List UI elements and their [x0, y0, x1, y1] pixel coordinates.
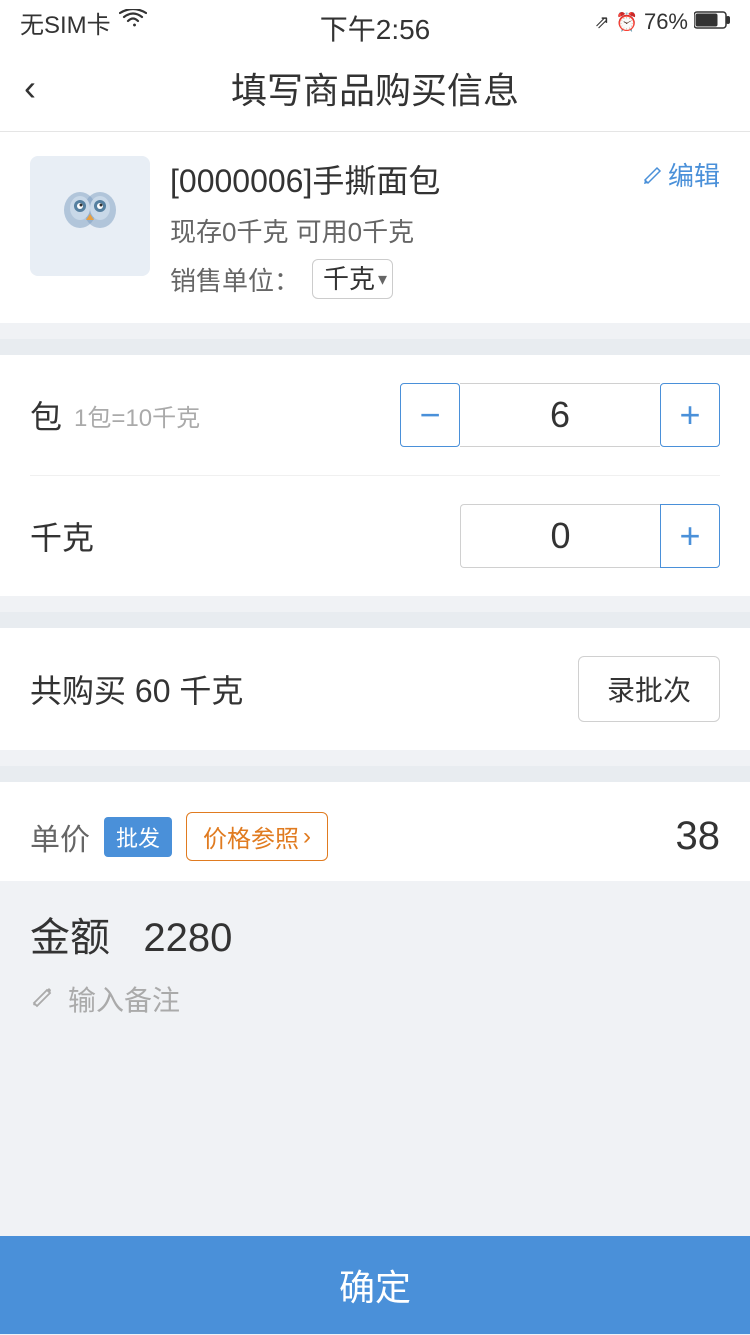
- total-text: 共购买 60 千克: [30, 666, 243, 712]
- package-controls: − +: [400, 383, 720, 447]
- unit-select-wrapper[interactable]: 千克: [312, 259, 393, 299]
- kg-controls: +: [460, 504, 720, 568]
- price-ref-label: 价格参照: [203, 819, 299, 854]
- package-decrement-button[interactable]: −: [400, 383, 460, 447]
- price-ref-arrow-icon: ›: [303, 823, 311, 851]
- total-row: 共购买 60 千克 录批次: [0, 628, 750, 750]
- product-stock: 现存0千克 可用0千克: [170, 212, 720, 249]
- amount-section: 金额 2280 输入备注: [0, 881, 750, 1035]
- kg-quantity-input[interactable]: [460, 504, 660, 568]
- unit-select[interactable]: 千克: [312, 259, 393, 299]
- remark-row[interactable]: 输入备注: [30, 979, 720, 1019]
- pencil-icon: [30, 983, 56, 1016]
- package-input-row: 包 1包=10千克 − +: [30, 355, 720, 476]
- back-button[interactable]: ‹: [24, 67, 36, 109]
- product-thumbnail: [30, 156, 150, 276]
- product-thumb-icon: [55, 180, 125, 252]
- unit-label: 销售单位：: [170, 261, 300, 298]
- batch-badge: 批发: [104, 817, 172, 857]
- location-icon: ⇗: [594, 12, 609, 33]
- remark-placeholder[interactable]: 输入备注: [68, 979, 180, 1019]
- amount-value: 2280: [143, 916, 232, 960]
- amount-row: 金额 2280: [30, 905, 720, 963]
- page-title: 填写商品购买信息: [231, 62, 519, 114]
- package-increment-button[interactable]: +: [660, 383, 720, 447]
- status-bar: 无SIM卡 下午2:56 ⇗ ⏰ 76%: [0, 0, 750, 44]
- price-label: 单价: [30, 815, 90, 859]
- kg-increment-button[interactable]: +: [660, 504, 720, 568]
- section-separator-3: [0, 766, 750, 782]
- product-info: [0000006]手撕面包 编辑 现存0千克 可用0千克 销售单位： 千克: [170, 156, 720, 299]
- product-card: [0000006]手撕面包 编辑 现存0千克 可用0千克 销售单位： 千克: [0, 132, 750, 323]
- price-reference-button[interactable]: 价格参照 ›: [186, 812, 328, 861]
- price-section: 单价 批发 价格参照 › 38: [0, 782, 750, 881]
- confirm-button[interactable]: 确定: [0, 1236, 750, 1334]
- edit-button[interactable]: 编辑: [642, 156, 720, 193]
- input-section: 包 1包=10千克 − + 千克 +: [0, 355, 750, 596]
- product-unit-row: 销售单位： 千克: [170, 259, 720, 299]
- status-left: 无SIM卡: [20, 5, 147, 40]
- edit-label: 编辑: [668, 156, 720, 193]
- package-label: 包 1包=10千克: [30, 392, 200, 438]
- alarm-icon: ⏰: [616, 12, 638, 33]
- amount-label: 金额: [30, 916, 110, 960]
- battery-percent: 76%: [644, 9, 688, 35]
- nav-bar: ‹ 填写商品购买信息: [0, 44, 750, 132]
- status-time: 下午2:56: [320, 8, 431, 48]
- status-right: ⇗ ⏰ 76%: [594, 9, 730, 35]
- battery-icon: [694, 9, 730, 35]
- wifi-signal-icon: [119, 8, 147, 36]
- carrier-text: 无SIM卡: [20, 5, 111, 40]
- package-hint: 1包=10千克: [74, 398, 200, 433]
- record-batch-button[interactable]: 录批次: [578, 656, 720, 722]
- price-value: 38: [676, 814, 721, 859]
- section-separator-1: [0, 339, 750, 355]
- product-name: [0000006]手撕面包: [170, 156, 440, 202]
- package-quantity-input[interactable]: [460, 383, 660, 447]
- price-row: 单价 批发 价格参照 › 38: [30, 812, 720, 861]
- kg-label: 千克: [30, 513, 94, 559]
- kg-input-row: 千克 +: [30, 476, 720, 596]
- section-separator-2: [0, 612, 750, 628]
